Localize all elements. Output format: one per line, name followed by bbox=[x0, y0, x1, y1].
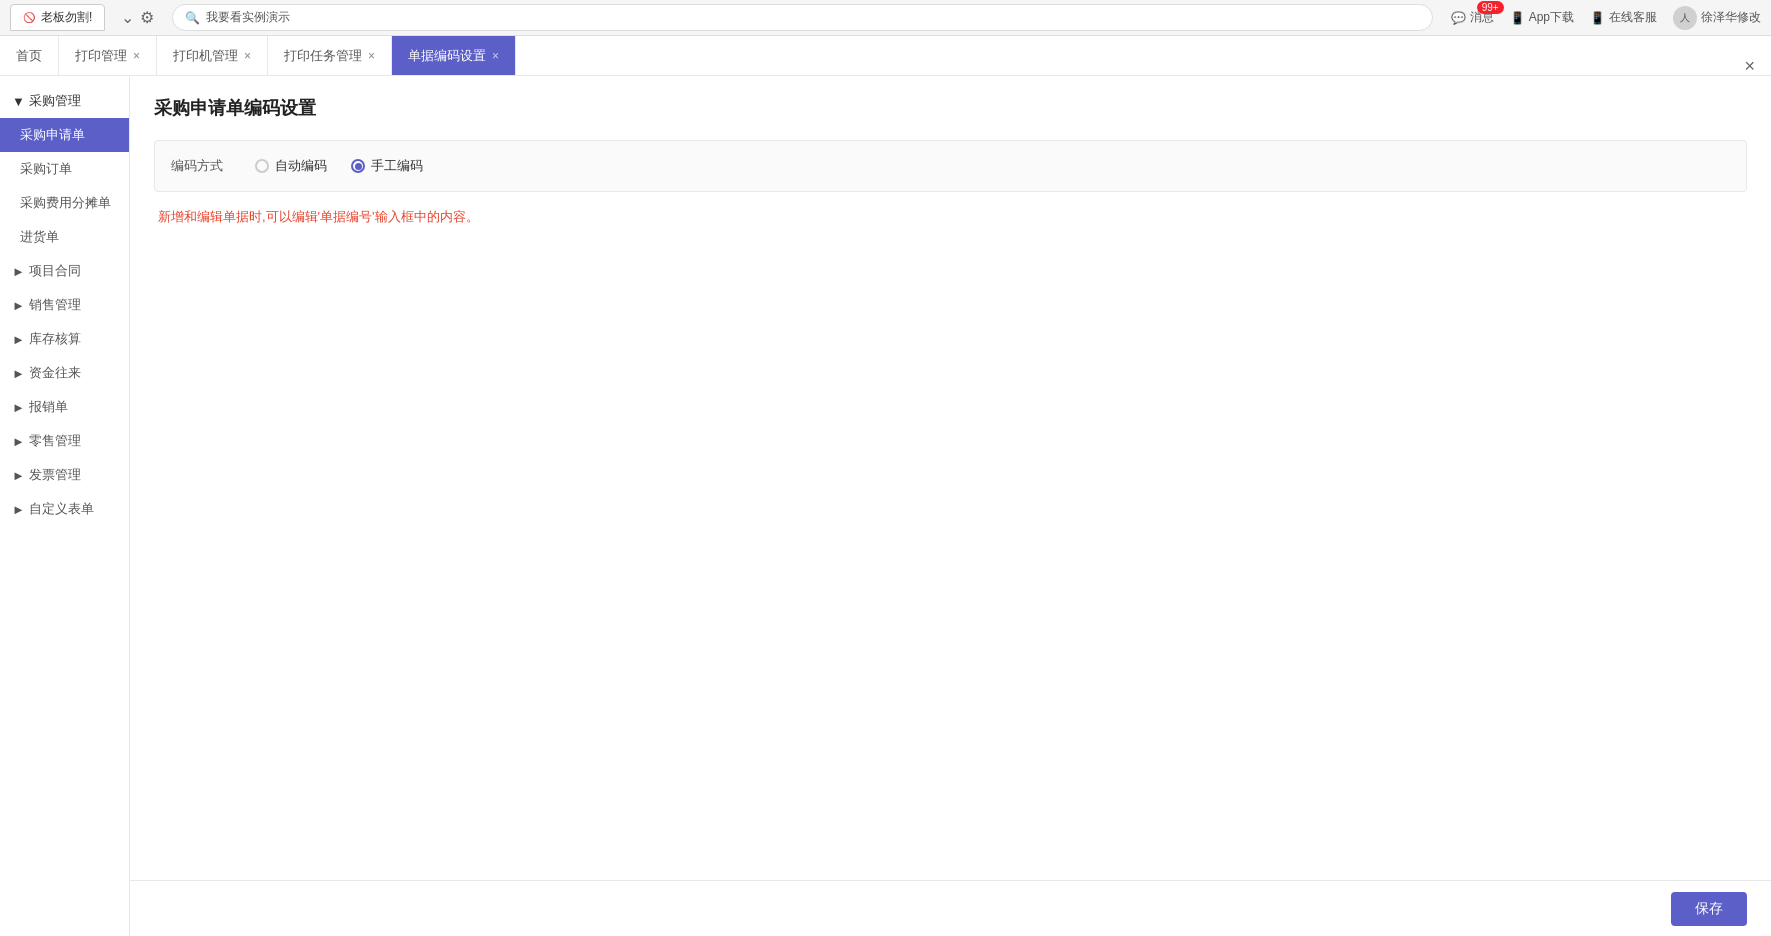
radio-manual-circle bbox=[351, 159, 365, 173]
browser-search-bar[interactable]: 🔍 我要看实例演示 bbox=[172, 4, 1432, 31]
sidebar-group-returns-label: 报销单 bbox=[29, 398, 68, 416]
tab-home[interactable]: 首页 bbox=[0, 36, 59, 75]
message-badge: 99+ bbox=[1477, 1, 1504, 14]
sidebar-group-sales-label: 销售管理 bbox=[29, 296, 81, 314]
settings-icon[interactable]: ⚙ bbox=[140, 8, 154, 27]
radio-auto-circle bbox=[255, 159, 269, 173]
tab-printer-mgmt-label: 打印机管理 bbox=[173, 47, 238, 65]
sidebar-group-inventory-label: 库存核算 bbox=[29, 330, 81, 348]
sidebar-group-retail[interactable]: ► 零售管理 bbox=[0, 424, 129, 458]
chevron-right-icon: ► bbox=[12, 400, 25, 415]
sidebar-group-purchase[interactable]: ▼ 采购管理 bbox=[0, 84, 129, 118]
encoding-section: 编码方式 自动编码 手工编码 bbox=[154, 140, 1747, 192]
online-service-button[interactable]: 📱 在线客服 bbox=[1590, 9, 1657, 26]
chevron-right-icon: ► bbox=[12, 366, 25, 381]
tab-printer-mgmt-close-icon[interactable]: × bbox=[244, 49, 251, 63]
sidebar-group-funds-label: 资金往来 bbox=[29, 364, 81, 382]
page-title: 采购申请单编码设置 bbox=[154, 96, 1747, 120]
radio-manual-encoding[interactable]: 手工编码 bbox=[351, 157, 423, 175]
tab-print-task-label: 打印任务管理 bbox=[284, 47, 362, 65]
tab-single-code-close-icon[interactable]: × bbox=[492, 49, 499, 63]
sidebar-group-inventory[interactable]: ► 库存核算 bbox=[0, 322, 129, 356]
avatar: 人 bbox=[1673, 6, 1697, 30]
sidebar-group-custom-form[interactable]: ► 自定义表单 bbox=[0, 492, 129, 526]
sidebar-item-purchase-expense[interactable]: 采购费用分摊单 bbox=[0, 186, 129, 220]
content-inner: 采购申请单编码设置 编码方式 自动编码 手工编码 新增和编辑单据时 bbox=[130, 76, 1771, 880]
chevron-right-icon: ► bbox=[12, 264, 25, 279]
window-close-button[interactable]: × bbox=[1736, 52, 1763, 81]
tab-favicon-icon: 🚫 bbox=[23, 12, 35, 23]
sidebar: ▼ 采购管理 采购申请单 采购订单 采购费用分摊单 进货单 ► 项目合同 ► 销… bbox=[0, 76, 130, 936]
chevron-right-icon: ► bbox=[12, 332, 25, 347]
app-download-button[interactable]: 📱 App下载 bbox=[1510, 9, 1574, 26]
tab-print-mgmt-close-icon[interactable]: × bbox=[133, 49, 140, 63]
sidebar-group-retail-label: 零售管理 bbox=[29, 432, 81, 450]
chevron-right-icon: ► bbox=[12, 434, 25, 449]
user-name-label: 徐泽华修改 bbox=[1701, 9, 1761, 26]
sidebar-group-invoice[interactable]: ► 发票管理 bbox=[0, 458, 129, 492]
sidebar-item-purchase-request-label: 采购申请单 bbox=[20, 127, 85, 142]
tab-home-label: 首页 bbox=[16, 47, 42, 65]
search-icon: 🔍 bbox=[185, 11, 200, 25]
chevron-right-icon: ► bbox=[12, 468, 25, 483]
search-text: 我要看实例演示 bbox=[206, 9, 290, 26]
sidebar-item-purchase-order-label: 采购订单 bbox=[20, 161, 72, 176]
content-area: 采购申请单编码设置 编码方式 自动编码 手工编码 新增和编辑单据时 bbox=[130, 76, 1771, 936]
chevron-down-icon[interactable]: ⌄ bbox=[121, 8, 134, 27]
online-service-label: 在线客服 bbox=[1609, 9, 1657, 26]
app-download-label: App下载 bbox=[1529, 9, 1574, 26]
sidebar-group-custom-form-label: 自定义表单 bbox=[29, 500, 94, 518]
sidebar-item-purchase-order[interactable]: 采购订单 bbox=[0, 152, 129, 186]
radio-auto-label: 自动编码 bbox=[275, 157, 327, 175]
content-footer: 保存 bbox=[130, 880, 1771, 936]
sidebar-group-invoice-label: 发票管理 bbox=[29, 466, 81, 484]
sidebar-item-purchase-expense-label: 采购费用分摊单 bbox=[20, 195, 111, 210]
radio-manual-label: 手工编码 bbox=[371, 157, 423, 175]
chevron-down-icon: ▼ bbox=[12, 94, 25, 109]
sidebar-group-returns[interactable]: ► 报销单 bbox=[0, 390, 129, 424]
sidebar-group-funds[interactable]: ► 资金往来 bbox=[0, 356, 129, 390]
tab-print-task[interactable]: 打印任务管理 × bbox=[268, 36, 392, 75]
browser-tab[interactable]: 🚫 老板勿割! bbox=[10, 4, 105, 31]
main-layout: ▼ 采购管理 采购申请单 采购订单 采购费用分摊单 进货单 ► 项目合同 ► 销… bbox=[0, 76, 1771, 936]
user-profile-button[interactable]: 人 徐泽华修改 bbox=[1673, 6, 1761, 30]
save-button[interactable]: 保存 bbox=[1671, 892, 1747, 926]
chevron-right-icon: ► bbox=[12, 298, 25, 313]
sidebar-group-project-label: 项目合同 bbox=[29, 262, 81, 280]
browser-actions: ⌄ ⚙ bbox=[121, 8, 154, 27]
radio-auto-encoding[interactable]: 自动编码 bbox=[255, 157, 327, 175]
service-icon: 📱 bbox=[1590, 11, 1605, 25]
tab-print-task-close-icon[interactable]: × bbox=[368, 49, 375, 63]
header-right: 💬 消息 99+ 📱 App下载 📱 在线客服 人 徐泽华修改 bbox=[1451, 6, 1761, 30]
app-tabs-bar: 首页 打印管理 × 打印机管理 × 打印任务管理 × 单据编码设置 × × bbox=[0, 36, 1771, 76]
tab-single-code-label: 单据编码设置 bbox=[408, 47, 486, 65]
browser-bar: 🚫 老板勿割! ⌄ ⚙ 🔍 我要看实例演示 💬 消息 99+ 📱 App下载 📱… bbox=[0, 0, 1771, 36]
tab-print-mgmt[interactable]: 打印管理 × bbox=[59, 36, 157, 75]
encoding-row: 编码方式 自动编码 手工编码 bbox=[171, 157, 1730, 175]
sidebar-item-receipt[interactable]: 进货单 bbox=[0, 220, 129, 254]
sidebar-group-project[interactable]: ► 项目合同 bbox=[0, 254, 129, 288]
sidebar-item-purchase-request[interactable]: 采购申请单 bbox=[0, 118, 129, 152]
message-icon: 💬 bbox=[1451, 11, 1466, 25]
browser-tab-label: 老板勿割! bbox=[41, 9, 92, 26]
tab-print-mgmt-label: 打印管理 bbox=[75, 47, 127, 65]
download-icon: 📱 bbox=[1510, 11, 1525, 25]
tab-single-code[interactable]: 单据编码设置 × bbox=[392, 36, 516, 75]
sidebar-group-sales[interactable]: ► 销售管理 bbox=[0, 288, 129, 322]
sidebar-group-purchase-label: 采购管理 bbox=[29, 92, 81, 110]
tab-printer-mgmt[interactable]: 打印机管理 × bbox=[157, 36, 268, 75]
sidebar-item-receipt-label: 进货单 bbox=[20, 229, 59, 244]
encoding-label: 编码方式 bbox=[171, 157, 231, 175]
hint-text: 新增和编辑单据时,可以编辑'单据编号'输入框中的内容。 bbox=[154, 208, 1747, 226]
hint-text-content: 新增和编辑单据时,可以编辑'单据编号'输入框中的内容。 bbox=[158, 209, 479, 224]
message-button[interactable]: 💬 消息 99+ bbox=[1451, 9, 1494, 26]
chevron-right-icon: ► bbox=[12, 502, 25, 517]
